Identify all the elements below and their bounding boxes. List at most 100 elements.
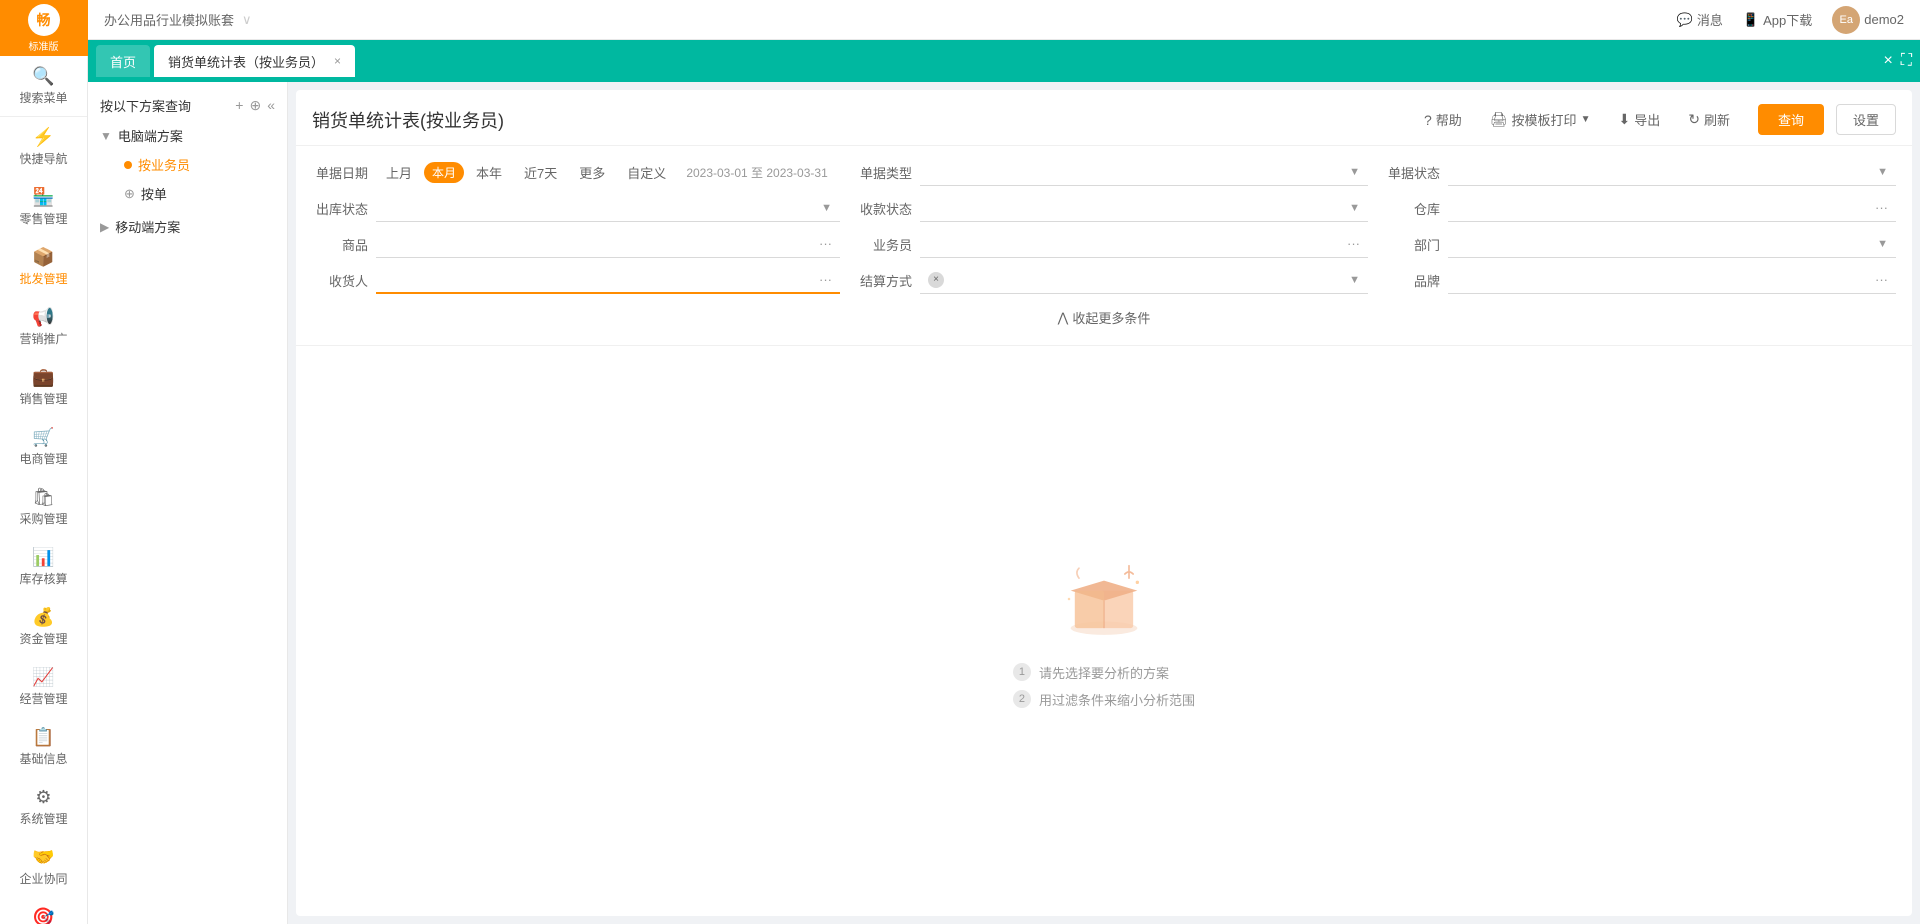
sidebar-item-ecommerce[interactable]: 🛒 电商管理 [0,417,87,477]
help-label: 帮助 [1436,110,1462,129]
status-label: 单据状态 [1384,163,1440,182]
date-tab-thismonth[interactable]: 本月 [424,162,464,183]
collab-icon: 🤝 [32,847,54,868]
sidebar-item-finance[interactable]: 💰 资金管理 [0,597,87,657]
warehouse-input[interactable]: ··· [1448,194,1896,222]
status-input[interactable]: ▼ [1448,158,1896,186]
settlement-input[interactable]: × ▼ [920,266,1368,294]
collapse-panel-icon[interactable]: « [267,97,275,114]
top-header: 办公用品行业模拟账套 ∨ 💬 消息 📱 App下载 Ea demo2 [88,0,1920,40]
dept-label: 部门 [1384,235,1440,254]
tree-mobile-expand-icon: ▶ [100,220,109,234]
sidebar: 畅 标准版 🔍 搜索菜单 ⚡ 快捷导航 🏪 零售管理 📦 批发管理 📢 营销推广… [0,0,88,924]
download-icon: 📱 [1743,12,1759,28]
operations-icon: 📈 [32,667,54,688]
salesperson-input[interactable]: ··· [920,230,1368,258]
sidebar-item-wholesale[interactable]: 📦 批发管理 [0,237,87,297]
left-panel-header: 按以下方案查询 + ⊕ « [88,90,287,121]
sidebar-item-marketing[interactable]: 📢 营销推广 [0,297,87,357]
filter-cell-date: 单据日期 上月 本月 本年 近7天 更多 自定义 2023-03-01 至 20… [312,158,840,186]
export-icon: ⬇ [1618,111,1630,128]
date-tab-more[interactable]: 更多 [569,160,615,185]
tree-order-label: 按单 [141,184,167,203]
refresh-button[interactable]: ↻ 刷新 [1680,106,1738,133]
sidebar-system-label: 系统管理 [19,810,67,827]
filter-row-3: 商品 ··· 业务员 ··· 部门 [312,230,1896,258]
sidebar-inventory-label: 库存核算 [19,570,67,587]
sidebar-item-system[interactable]: ⚙ 系统管理 [0,777,87,837]
tab-sales-report[interactable]: 销货单统计表（按业务员） × [154,45,355,77]
sidebar-item-collab[interactable]: 🤝 企业协同 [0,837,87,897]
tree-item-by-salesperson[interactable]: 按业务员 [88,150,287,179]
consignee-dots: ··· [819,272,832,287]
filter-row-4: 收货人 ··· 结算方式 × ▼ [312,266,1896,294]
filter-cell-collection: 收款状态 ▼ [840,194,1368,222]
tab-bar: 首页 销货单统计表（按业务员） × × ⛶ [88,40,1920,82]
user-profile-button[interactable]: Ea demo2 [1832,6,1904,34]
tab-sales-report-label: 销货单统计表（按业务员） [168,52,324,71]
brand-label: 品牌 [1384,271,1440,290]
main-area: 办公用品行业模拟账套 ∨ 💬 消息 📱 App下载 Ea demo2 首页 [88,0,1920,924]
sidebar-item-sales[interactable]: 💼 销售管理 [0,357,87,417]
sidebar-item-basic[interactable]: 📋 基础信息 [0,717,87,777]
hint-text-2: 用过滤条件来缩小分析范围 [1039,690,1195,709]
dept-dropdown-icon: ▼ [1877,238,1888,250]
sidebar-marketing-label: 营销推广 [19,330,67,347]
print-button[interactable]: 🖨 按模板打印 ▼ [1482,106,1599,133]
query-button[interactable]: 查询 [1758,104,1824,135]
export-button[interactable]: ⬇ 导出 [1610,106,1668,133]
tab-home[interactable]: 首页 [96,45,150,77]
breadcrumb-dropdown-icon[interactable]: ∨ [242,12,252,28]
date-tab-custom[interactable]: 自定义 [617,160,676,185]
warehouse-dots: ··· [1875,200,1888,215]
filter-cell-type: 单据类型 ▼ [840,158,1368,186]
print-icon: 🖨 [1490,111,1508,128]
sidebar-search-label: 搜索菜单 [19,89,67,106]
date-tab-7days[interactable]: 近7天 [514,160,567,185]
type-input[interactable]: ▼ [920,158,1368,186]
sidebar-item-inventory[interactable]: 📊 库存核算 [0,537,87,597]
empty-hints: 1 请先选择要分析的方案 2 用过滤条件来缩小分析范围 [1013,663,1195,709]
sidebar-item-search[interactable]: 🔍 搜索菜单 [0,56,87,117]
tree-mobile-group[interactable]: ▶ 移动端方案 [88,212,287,241]
sidebar-item-newbie[interactable]: 🎯 新手引导 [0,897,87,924]
newbie-icon: 🎯 [32,907,54,924]
collapse-bar[interactable]: ⋀ 收起更多条件 [312,302,1896,333]
receipt-status-input[interactable]: ▼ [376,194,840,222]
date-tab-thisyear[interactable]: 本年 [466,160,512,185]
tree-item-by-order[interactable]: ⊕ 按单 [88,179,287,208]
sidebar-item-operations[interactable]: 📈 经营管理 [0,657,87,717]
consignee-input[interactable]: ··· [376,266,840,294]
app-download-button[interactable]: 📱 App下载 [1743,10,1812,29]
hint-num-2: 2 [1013,690,1031,708]
brand-input[interactable]: ··· [1448,266,1896,294]
logo-text: 标准版 [29,38,59,53]
logo-icon: 畅 [28,4,60,36]
sidebar-item-purchase[interactable]: 🛍 采购管理 [0,477,87,537]
sidebar-item-quicknav[interactable]: ⚡ 快捷导航 [0,117,87,177]
message-button[interactable]: 💬 消息 [1677,10,1723,29]
settlement-clear-btn[interactable]: × [928,272,944,288]
help-button[interactable]: ? 帮助 [1416,106,1470,133]
refresh-label: 刷新 [1704,110,1730,129]
tab-home-label: 首页 [110,52,136,71]
close-window-icon[interactable]: × [1883,52,1892,70]
tab-close-icon[interactable]: × [334,54,341,68]
date-tab-lastmonth[interactable]: 上月 [376,160,422,185]
maximize-icon[interactable]: ⛶ [1901,52,1912,70]
add-scheme-icon[interactable]: + [235,97,243,114]
dept-input[interactable]: ▼ [1448,230,1896,258]
sales-icon: 💼 [32,367,54,388]
sidebar-nav: 🔍 搜索菜单 ⚡ 快捷导航 🏪 零售管理 📦 批发管理 📢 营销推广 💼 销售管… [0,56,87,924]
title-actions: ? 帮助 🖨 按模板打印 ▼ ⬇ 导出 ↻ 刷新 [1416,104,1896,135]
sidebar-quicknav-label: 快捷导航 [19,150,67,167]
collection-input[interactable]: ▼ [920,194,1368,222]
tree-desktop-group[interactable]: ▼ 电脑端方案 [88,121,287,150]
empty-hint-2: 2 用过滤条件来缩小分析范围 [1013,690,1195,709]
goods-label: 商品 [312,235,368,254]
edit-scheme-icon[interactable]: ⊕ [249,97,261,114]
filter-area: 单据日期 上月 本月 本年 近7天 更多 自定义 2023-03-01 至 20… [296,146,1912,346]
sidebar-item-retail[interactable]: 🏪 零售管理 [0,177,87,237]
goods-input[interactable]: ··· [376,230,840,258]
settings-button[interactable]: 设置 [1836,104,1896,135]
